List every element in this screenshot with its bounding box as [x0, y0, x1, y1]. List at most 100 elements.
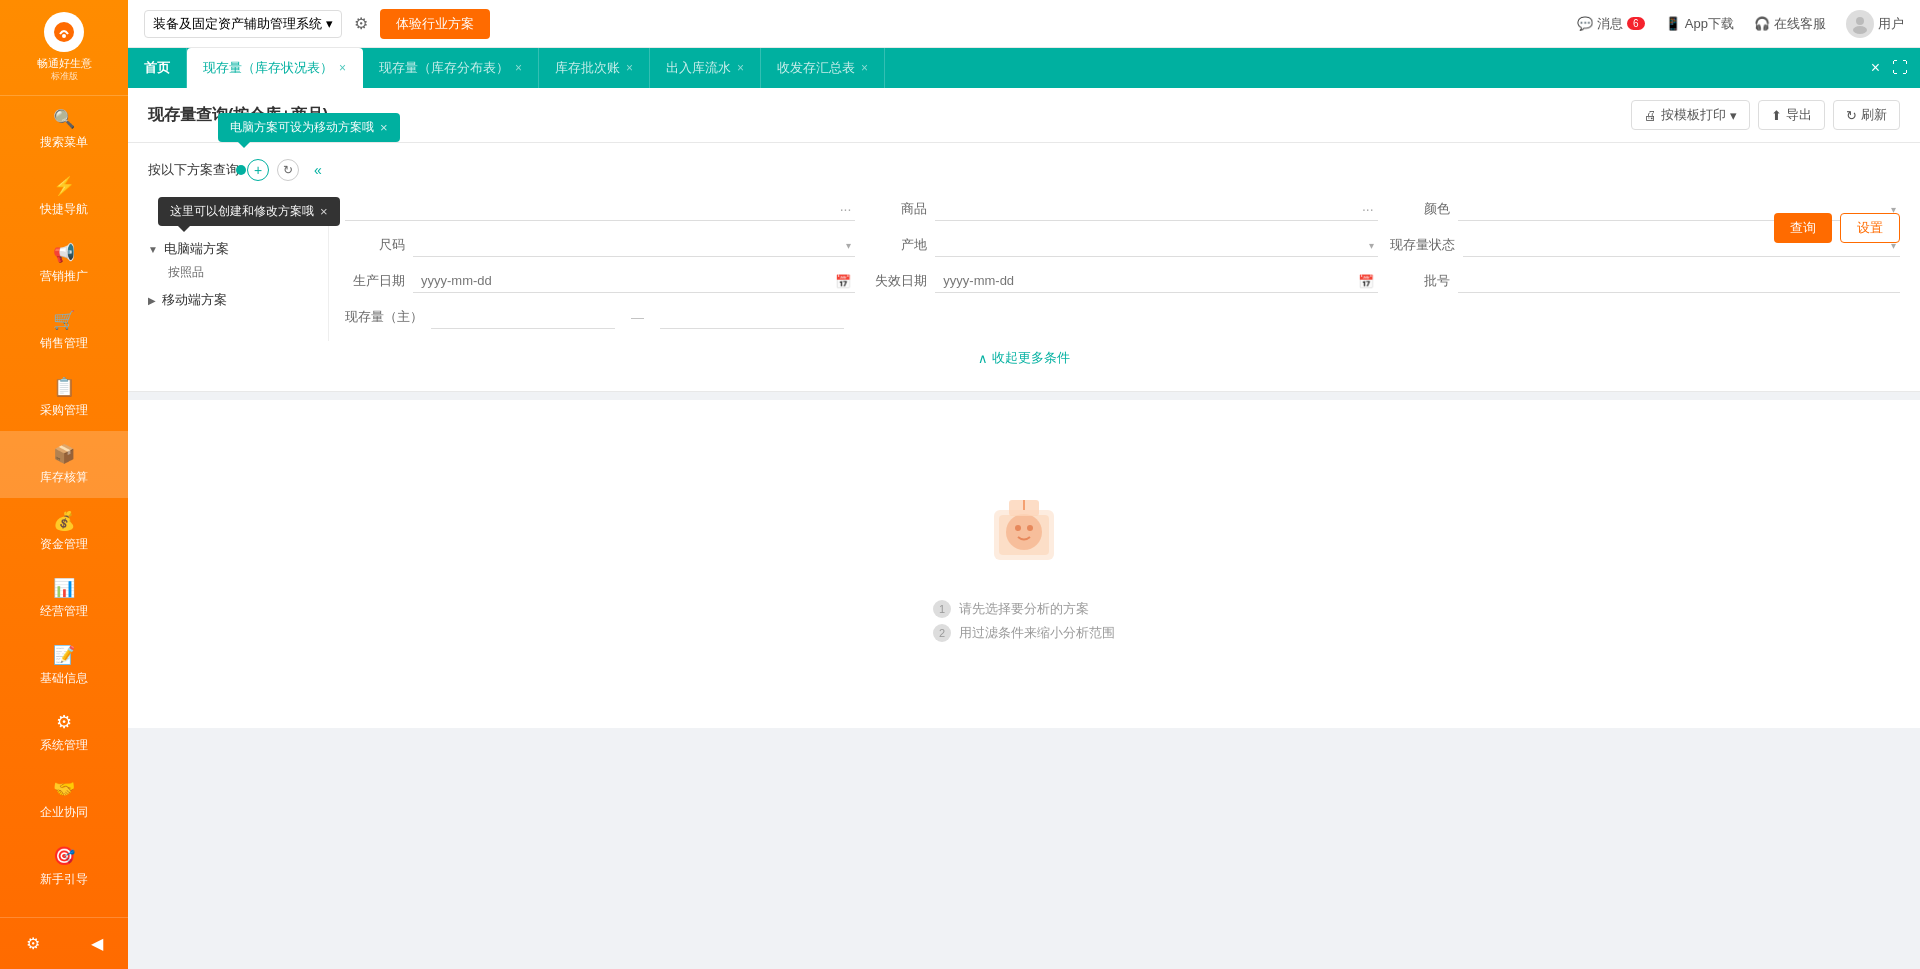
range-separator: — [623, 310, 652, 325]
settings-bottom-icon[interactable]: ⚙ [22, 930, 44, 957]
goods-input[interactable] [935, 197, 1377, 221]
filter-field-qty: 现存量（主） — [345, 305, 844, 329]
online-service-btn[interactable]: 🎧 在线客服 [1754, 15, 1826, 33]
tab-home[interactable]: 首页 [128, 48, 187, 88]
headset-icon: 🎧 [1754, 16, 1770, 31]
tab-close-icon[interactable]: × [737, 61, 744, 75]
tab-label: 收发存汇总表 [777, 59, 855, 77]
sidebar-item-label: 营销推广 [40, 268, 88, 285]
clipboard-icon: 📋 [53, 376, 75, 398]
app-logo[interactable]: 畅通好生意 标准版 [0, 0, 128, 96]
page-actions: 🖨 按模板打印 ▾ ⬆ 导出 ↻ 刷新 [1631, 100, 1900, 130]
dots-icon[interactable]: ··· [1362, 201, 1374, 217]
sidebar-item-nav[interactable]: ⚡ 快捷导航 [0, 163, 128, 230]
sidebar-item-guide[interactable]: 🎯 新手引导 [0, 833, 128, 900]
qty-label: 现存量（主） [345, 308, 423, 326]
app-download-btn[interactable]: 📱 App下载 [1665, 15, 1734, 33]
collapse-btn[interactable]: ∧ 收起更多条件 [978, 349, 1070, 367]
tab-close-icon[interactable]: × [861, 61, 868, 75]
tab-fullscreen-icon[interactable]: ⛶ [1888, 55, 1912, 81]
svg-point-7 [1015, 525, 1021, 531]
scheme-mobile[interactable]: ▶ 移动端方案 [148, 288, 328, 312]
step-num-2: 2 [933, 624, 951, 642]
user-label: 用户 [1878, 15, 1904, 33]
tab-close-icon[interactable]: × [515, 61, 522, 75]
sidebar-item-inventory[interactable]: 📦 库存核算 [0, 431, 128, 498]
sidebar-item-search[interactable]: 🔍 搜索菜单 [0, 96, 128, 163]
sidebar-item-marketing[interactable]: 📢 营销推广 [0, 230, 128, 297]
dots-icon[interactable]: ··· [840, 201, 852, 217]
header-right: 💬 消息 6 📱 App下载 🎧 在线客服 用户 [1577, 10, 1904, 38]
scheme-desktop[interactable]: ▼ 电脑端方案 [148, 237, 328, 261]
export-label: 导出 [1786, 106, 1812, 124]
print-btn[interactable]: 🖨 按模板打印 ▾ [1631, 100, 1750, 130]
header-gear-icon[interactable]: ⚙ [354, 14, 368, 33]
collapse-sidebar-icon[interactable]: ◀ [87, 930, 107, 957]
cart-icon: 🛒 [53, 309, 75, 331]
sidebar-item-collab[interactable]: 🤝 企业协同 [0, 766, 128, 833]
sidebar-item-label: 基础信息 [40, 670, 88, 687]
sidebar-item-system[interactable]: ⚙ 系统管理 [0, 699, 128, 766]
industry-btn[interactable]: 体验行业方案 [380, 9, 490, 39]
scheme-refresh-btn[interactable]: ↻ [277, 159, 299, 181]
sidebar-item-finance[interactable]: 💰 资金管理 [0, 498, 128, 565]
prod-date-input[interactable] [413, 269, 855, 293]
tab-inventory-status[interactable]: 现存量（库存状况表） × [187, 48, 363, 88]
expand-icon: ▶ [148, 295, 156, 306]
reset-btn[interactable]: 设置 [1840, 213, 1900, 243]
scheme-arrow-btn[interactable]: « [307, 159, 329, 181]
tab-summary[interactable]: 收发存汇总表 × [761, 48, 885, 88]
sidebar-item-basic[interactable]: 📝 基础信息 [0, 632, 128, 699]
sidebar-item-label: 企业协同 [40, 804, 88, 821]
tab-close-all-icon[interactable]: × [1867, 55, 1884, 81]
msg-btn[interactable]: 💬 消息 6 [1577, 15, 1645, 33]
sidebar-item-management[interactable]: 📊 经营管理 [0, 565, 128, 632]
popover-desktop-scheme: 电脑方案可设为移动方案哦 × [218, 113, 400, 142]
add-scheme-btn[interactable]: + [247, 159, 269, 181]
tab-close-icon[interactable]: × [339, 61, 346, 75]
popover-close-icon[interactable]: × [380, 120, 388, 135]
refresh-btn[interactable]: ↻ 刷新 [1833, 100, 1900, 130]
popover-close-icon[interactable]: × [320, 204, 328, 219]
step-text-2: 用过滤条件来缩小分析范围 [959, 624, 1115, 642]
exp-date-input[interactable] [935, 269, 1377, 293]
tab-flow[interactable]: 出入库流水 × [650, 48, 761, 88]
filter-row-4: 现存量（主） — [345, 305, 1900, 329]
app-download-label: App下载 [1685, 15, 1734, 33]
size-input[interactable] [413, 233, 855, 257]
msg-icon: 💬 [1577, 16, 1593, 31]
filter-field-batch: 批号 [1390, 269, 1900, 293]
expand-icon: ▼ [148, 244, 158, 255]
sidebar: 畅通好生意 标准版 🔍 搜索菜单 ⚡ 快捷导航 📢 营销推广 🛒 销售管理 📋 … [0, 0, 128, 969]
tab-inventory-dist[interactable]: 现存量（库存分布表） × [363, 48, 539, 88]
phone-icon: 📱 [1665, 16, 1681, 31]
calendar-icon[interactable]: 📅 [1358, 274, 1374, 289]
popover-create-scheme: 这里可以创建和修改方案哦 × [158, 197, 340, 226]
calendar-icon[interactable]: 📅 [835, 274, 851, 289]
user-btn[interactable]: 用户 [1846, 10, 1904, 38]
tab-label: 现存量（库存分布表） [379, 59, 509, 77]
search-btn[interactable]: 查询 [1774, 213, 1832, 243]
tab-close-icon[interactable]: × [626, 61, 633, 75]
svg-point-2 [1856, 17, 1864, 25]
export-btn[interactable]: ⬆ 导出 [1758, 100, 1825, 130]
origin-input[interactable] [935, 233, 1377, 257]
filter-input-1[interactable] [345, 197, 855, 221]
svg-point-8 [1027, 525, 1033, 531]
msg-label: 消息 [1597, 15, 1623, 33]
batch-label: 批号 [1390, 272, 1450, 290]
sidebar-item-sales[interactable]: 🛒 销售管理 [0, 297, 128, 364]
indicator-dot [236, 165, 246, 175]
scheme-desktop-child[interactable]: 按照品 [148, 261, 328, 284]
sidebar-item-purchase[interactable]: 📋 采购管理 [0, 364, 128, 431]
batch-input[interactable] [1458, 269, 1900, 293]
qty-to-input[interactable] [660, 305, 844, 329]
printer-icon: 🖨 [1644, 108, 1657, 123]
app-header: 装备及固定资产辅助管理系统 ▾ ⚙ 体验行业方案 💬 消息 6 📱 App下载 … [128, 0, 1920, 48]
sidebar-item-label: 采购管理 [40, 402, 88, 419]
app-name: 畅通好生意 [8, 56, 120, 70]
tab-batch[interactable]: 库存批次账 × [539, 48, 650, 88]
system-selector[interactable]: 装备及固定资产辅助管理系统 ▾ [144, 10, 342, 38]
qty-from-input[interactable] [431, 305, 615, 329]
tab-label: 出入库流水 [666, 59, 731, 77]
